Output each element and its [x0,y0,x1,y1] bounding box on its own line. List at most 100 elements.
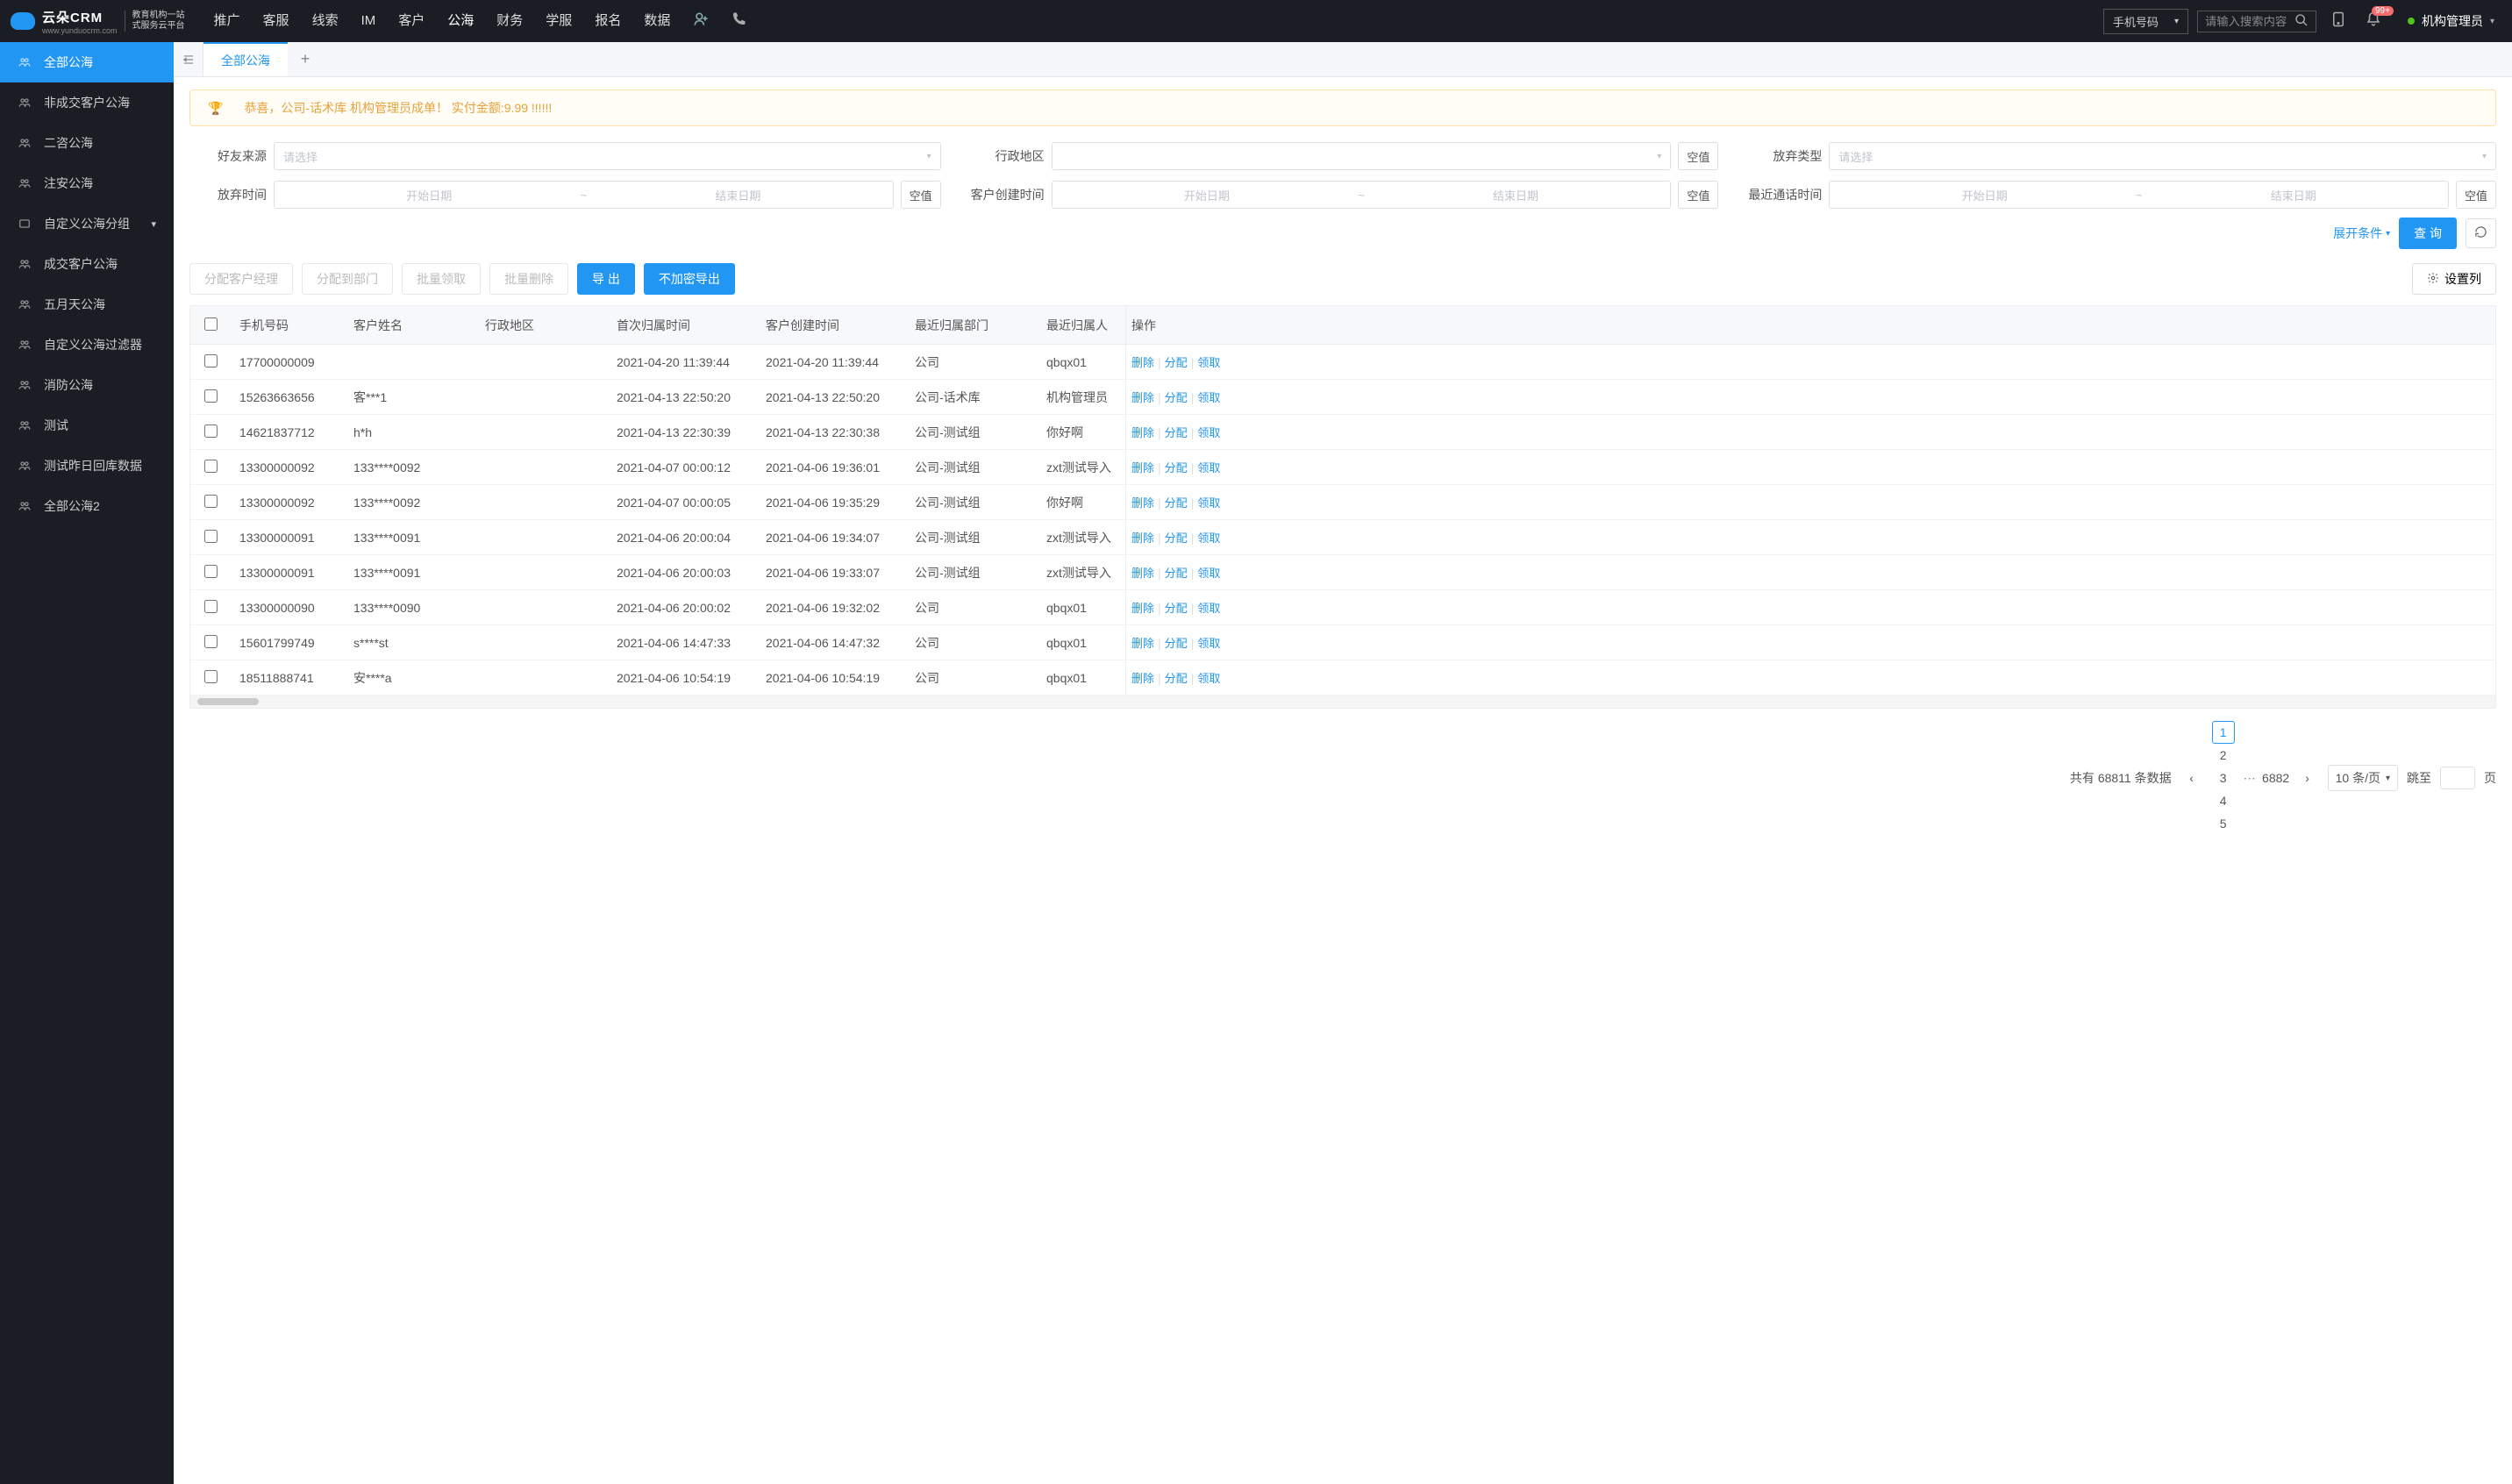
filter-last-call-range[interactable]: 开始日期 ~ 结束日期 [1829,181,2449,209]
row-delete-link[interactable]: 删除 [1131,353,1154,370]
page-button-3[interactable]: 3 [2212,767,2235,789]
assign-dept-button[interactable]: 分配到部门 [302,263,393,295]
sidebar-item-2[interactable]: 二咨公海 [0,123,174,163]
page-button-5[interactable]: 5 [2212,812,2235,835]
row-assign-link[interactable]: 分配 [1165,494,1188,510]
create-time-null-button[interactable]: 空值 [1678,181,1718,209]
row-checkbox[interactable] [204,389,218,403]
sidebar-item-10[interactable]: 测试昨日回库数据 [0,446,174,486]
row-claim-link[interactable]: 领取 [1197,669,1220,686]
collapse-sidebar-icon[interactable] [174,42,203,76]
row-assign-link[interactable]: 分配 [1165,389,1188,405]
row-checkbox[interactable] [204,600,218,613]
row-claim-link[interactable]: 领取 [1197,353,1220,370]
row-claim-link[interactable]: 领取 [1197,529,1220,546]
assign-manager-button[interactable]: 分配客户经理 [189,263,293,295]
sidebar-item-8[interactable]: 消防公海 [0,365,174,405]
row-assign-link[interactable]: 分配 [1165,459,1188,475]
page-button-1[interactable]: 1 [2212,721,2235,744]
sidebar-item-0[interactable]: 全部公海 [0,42,174,82]
query-button[interactable]: 查 询 [2399,218,2457,249]
row-assign-link[interactable]: 分配 [1165,599,1188,616]
expand-filters-link[interactable]: 展开条件 ▾ [2333,225,2390,242]
row-claim-link[interactable]: 领取 [1197,494,1220,510]
set-columns-button[interactable]: 设置列 [2412,263,2496,295]
sidebar-item-6[interactable]: 五月天公海 [0,284,174,325]
nav-item-9[interactable]: 数据 [632,0,682,42]
page-button-4[interactable]: 4 [2212,789,2235,812]
filter-source-select[interactable]: 请选择 ▾ [274,142,941,170]
sidebar-item-5[interactable]: 成交客户公海 [0,244,174,284]
filter-abandon-type-select[interactable]: 请选择 ▾ [1829,142,2496,170]
row-checkbox[interactable] [204,635,218,648]
row-claim-link[interactable]: 领取 [1197,599,1220,616]
row-claim-link[interactable]: 领取 [1197,424,1220,440]
batch-delete-button[interactable]: 批量删除 [489,263,568,295]
add-user-icon[interactable] [682,11,720,32]
sidebar-item-7[interactable]: 自定义公海过滤器 [0,325,174,365]
search-input[interactable] [2198,11,2294,32]
row-checkbox[interactable] [204,354,218,367]
row-assign-link[interactable]: 分配 [1165,669,1188,686]
row-delete-link[interactable]: 删除 [1131,634,1154,651]
nav-item-1[interactable]: 客服 [252,0,301,42]
scrollbar-thumb[interactable] [197,698,259,705]
row-claim-link[interactable]: 领取 [1197,389,1220,405]
user-menu[interactable]: 机构管理员 ▾ [2408,12,2494,30]
row-delete-link[interactable]: 删除 [1131,459,1154,475]
jump-page-input[interactable] [2440,767,2475,789]
nav-item-3[interactable]: IM [350,0,388,42]
filter-abandon-time-range[interactable]: 开始日期 ~ 结束日期 [274,181,894,209]
search-type-select[interactable]: 手机号码 ▾ [2103,9,2188,34]
batch-claim-button[interactable]: 批量领取 [402,263,481,295]
export-plain-button[interactable]: 不加密导出 [644,263,735,295]
page-size-select[interactable]: 10 条/页 ▾ [2328,765,2398,791]
row-claim-link[interactable]: 领取 [1197,634,1220,651]
table-horizontal-scrollbar[interactable] [190,696,2495,708]
tablet-icon[interactable] [2325,11,2351,32]
nav-item-7[interactable]: 学服 [534,0,583,42]
row-delete-link[interactable]: 删除 [1131,529,1154,546]
row-checkbox[interactable] [204,565,218,578]
row-checkbox[interactable] [204,670,218,683]
nav-item-4[interactable]: 客户 [387,0,436,42]
row-claim-link[interactable]: 领取 [1197,564,1220,581]
last-page-button[interactable]: 6882 [2265,767,2287,789]
region-null-button[interactable]: 空值 [1678,142,1718,170]
row-delete-link[interactable]: 删除 [1131,424,1154,440]
nav-item-0[interactable]: 推广 [203,0,252,42]
add-tab-button[interactable]: + [288,42,323,76]
last-call-null-button[interactable]: 空值 [2456,181,2496,209]
row-checkbox[interactable] [204,425,218,438]
row-assign-link[interactable]: 分配 [1165,424,1188,440]
sidebar-item-1[interactable]: 非成交客户公海 [0,82,174,123]
row-checkbox[interactable] [204,530,218,543]
filter-create-time-range[interactable]: 开始日期 ~ 结束日期 [1052,181,1672,209]
row-delete-link[interactable]: 删除 [1131,599,1154,616]
bell-icon[interactable]: 99+ [2360,11,2387,32]
phone-icon[interactable] [720,11,757,32]
refresh-button[interactable] [2466,218,2496,248]
nav-item-6[interactable]: 财务 [485,0,534,42]
row-assign-link[interactable]: 分配 [1165,634,1188,651]
nav-item-5[interactable]: 公海 [436,0,485,42]
nav-item-8[interactable]: 报名 [583,0,632,42]
row-delete-link[interactable]: 删除 [1131,389,1154,405]
next-page-button[interactable]: › [2296,767,2319,789]
row-delete-link[interactable]: 删除 [1131,669,1154,686]
sidebar-item-11[interactable]: 全部公海2 [0,486,174,526]
filter-region-select[interactable]: ▾ [1052,142,1672,170]
row-assign-link[interactable]: 分配 [1165,353,1188,370]
page-button-2[interactable]: 2 [2212,744,2235,767]
row-checkbox[interactable] [204,460,218,473]
row-checkbox[interactable] [204,495,218,508]
sidebar-item-9[interactable]: 测试 [0,405,174,446]
sidebar-item-3[interactable]: 注安公海 [0,163,174,203]
search-icon[interactable] [2294,13,2309,30]
abandon-time-null-button[interactable]: 空值 [901,181,941,209]
select-all-checkbox[interactable] [204,317,218,331]
export-button[interactable]: 导 出 [577,263,635,295]
row-delete-link[interactable]: 删除 [1131,564,1154,581]
tab-all-public[interactable]: 全部公海 [203,42,288,76]
prev-page-button[interactable]: ‹ [2180,767,2203,789]
